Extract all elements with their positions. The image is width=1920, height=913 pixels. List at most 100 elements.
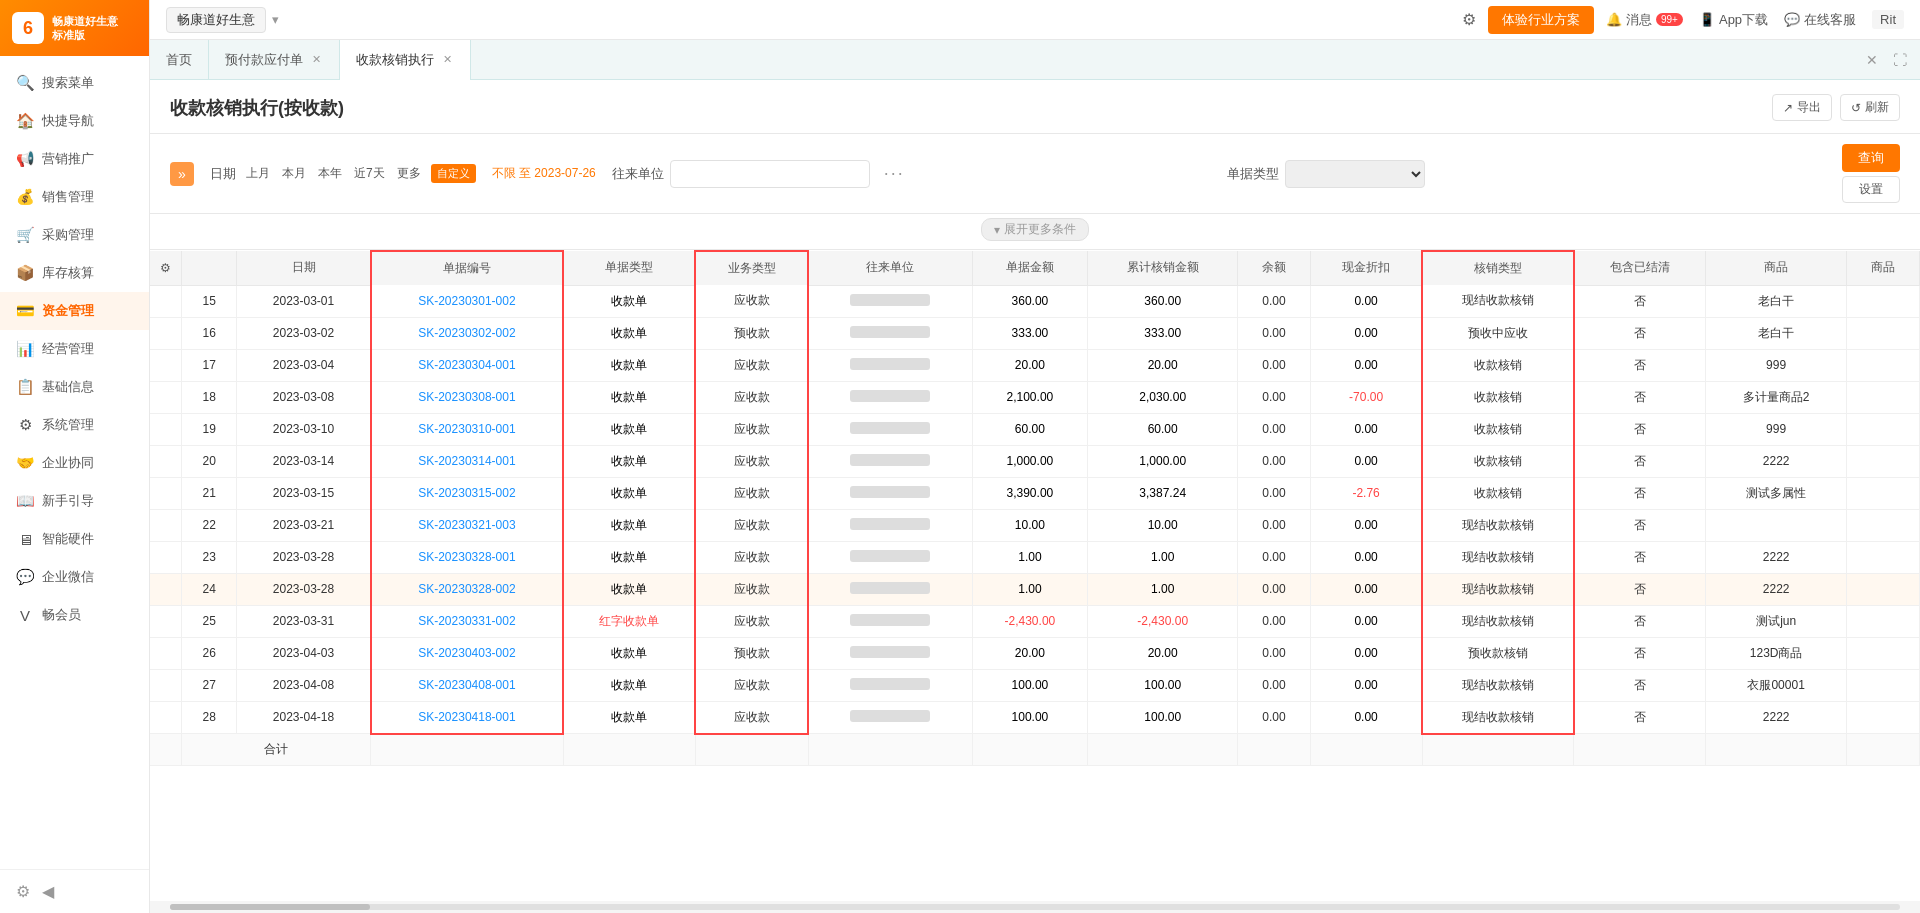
date-custom-btn[interactable]: 自定义 [431,164,476,183]
page-actions: ↗ 导出 ↺ 刷新 [1772,94,1900,121]
cell-cancel-type: 现结收款核销 [1422,701,1574,734]
cell-doc-type: 收款单 [563,381,695,413]
cell-accum-amount: 20.00 [1088,637,1238,669]
col-include-cleared: 包含已结清 [1574,251,1705,285]
tab-prepay-close[interactable]: ✕ [309,53,323,67]
query-button[interactable]: 查询 [1842,144,1900,172]
cell-cancel-type: 收款核销 [1422,349,1574,381]
cell-unit [808,605,972,637]
sidebar-item-inventory[interactable]: 📦 库存核算 [0,254,149,292]
cell-biz-type: 预收款 [695,637,808,669]
filter-toggle-button[interactable]: » [170,162,194,186]
sidebar-item-finance[interactable]: 💳 资金管理 [0,292,149,330]
date-7days[interactable]: 近7天 [350,163,389,184]
cell-balance: 0.00 [1238,413,1311,445]
sidebar-item-purchase[interactable]: 🛒 采购管理 [0,216,149,254]
doc-no-link[interactable]: SK-20230408-001 [418,678,515,692]
refresh-button[interactable]: ↺ 刷新 [1840,94,1900,121]
expand-conditions-button[interactable]: ▾ 展开更多条件 [981,218,1089,241]
tab-prepay[interactable]: 预付款应付单 ✕ [209,40,340,80]
doc-no-link[interactable]: SK-20230308-001 [418,390,515,404]
doc-no-link[interactable]: SK-20230403-002 [418,646,515,660]
cell-goods2 [1847,541,1920,573]
settings-button[interactable]: 设置 [1842,176,1900,203]
cell-date: 2023-03-04 [237,349,371,381]
cell-cash-discount: 0.00 [1310,413,1422,445]
col-settings[interactable]: ⚙ [150,251,182,285]
sidebar-item-vip[interactable]: V 畅会员 [0,596,149,634]
col-goods2: 商品 [1847,251,1920,285]
cell-cash-discount: 0.00 [1310,573,1422,605]
col-no [182,251,237,285]
type-select[interactable] [1285,160,1425,188]
cell-cancel-type: 预收中应收 [1422,317,1574,349]
user-name[interactable]: Rit [1872,10,1904,29]
col-balance: 余额 [1238,251,1311,285]
sidebar-item-sales[interactable]: 💰 销售管理 [0,178,149,216]
tab-expand-icon[interactable]: ⛶ [1888,48,1912,72]
col-doc-no: 单据编号 [371,251,564,285]
cell-include-cleared: 否 [1574,381,1705,413]
sidebar-item-corp[interactable]: 🤝 企业协同 [0,444,149,482]
export-button[interactable]: ↗ 导出 [1772,94,1832,121]
sidebar-item-quicknav[interactable]: 🏠 快捷导航 [0,102,149,140]
scrollbar-thumb[interactable] [170,904,370,910]
date-more[interactable]: 更多 [393,163,425,184]
online-service-button[interactable]: 💬 在线客服 [1784,11,1856,29]
workspace-selector[interactable]: 畅康道好生意 ▾ [166,7,1450,33]
tab-collection-close[interactable]: ✕ [440,53,454,67]
notification-button[interactable]: 🔔 消息 99+ [1606,11,1683,29]
type-filter-group: 单据类型 [1227,160,1826,188]
doc-no-link[interactable]: SK-20230302-002 [418,326,515,340]
doc-no-link[interactable]: SK-20230304-001 [418,358,515,372]
doc-no-link[interactable]: SK-20230315-002 [418,486,515,500]
total-balance [1238,734,1311,766]
cell-biz-type: 应收款 [695,605,808,637]
cell-balance: 0.00 [1238,477,1311,509]
unit-filter-label: 往来单位 [612,165,664,183]
cell-unit [808,637,972,669]
sidebar-item-label: 经营管理 [42,340,94,358]
bell-icon: 🔔 [1606,12,1622,27]
date-last-month[interactable]: 上月 [242,163,274,184]
sidebar-item-basic[interactable]: 📋 基础信息 [0,368,149,406]
cell-cash-discount: 0.00 [1310,541,1422,573]
doc-no-link[interactable]: SK-20230310-001 [418,422,515,436]
doc-no-link[interactable]: SK-20230321-003 [418,518,515,532]
sidebar-item-wechat[interactable]: 💬 企业微信 [0,558,149,596]
tab-collection[interactable]: 收款核销执行 ✕ [340,40,471,80]
refresh-icon: ↺ [1851,101,1861,115]
cell-no: 17 [182,349,237,381]
sidebar-item-system[interactable]: ⚙ 系统管理 [0,406,149,444]
topbar-gear-icon[interactable]: ⚙ [1462,10,1476,29]
doc-no-link[interactable]: SK-20230328-002 [418,582,515,596]
sidebar-item-label: 销售管理 [42,188,94,206]
sidebar-item-guide[interactable]: 📖 新手引导 [0,482,149,520]
collapse-icon[interactable]: ◀ [42,882,54,901]
solution-button[interactable]: 体验行业方案 [1488,6,1594,34]
sidebar-item-search[interactable]: 🔍 搜索菜单 [0,64,149,102]
tab-home[interactable]: 首页 [150,40,209,80]
doc-no-link[interactable]: SK-20230301-002 [418,294,515,308]
date-this-month[interactable]: 本月 [278,163,310,184]
doc-no-link[interactable]: SK-20230418-001 [418,710,515,724]
doc-no-link[interactable]: SK-20230328-001 [418,550,515,564]
sidebar-item-marketing[interactable]: 📢 营销推广 [0,140,149,178]
cell-date: 2023-04-18 [237,701,371,734]
doc-no-link[interactable]: SK-20230314-001 [418,454,515,468]
doc-no-link[interactable]: SK-20230331-002 [418,614,515,628]
sidebar-item-label: 营销推广 [42,150,94,168]
unit-input[interactable] [670,160,870,188]
sidebar-item-hardware[interactable]: 🖥 智能硬件 [0,520,149,558]
cell-no: 19 [182,413,237,445]
cell-accum-amount: 1,000.00 [1088,445,1238,477]
sidebar-item-operation[interactable]: 📊 经营管理 [0,330,149,368]
settings-icon[interactable]: ⚙ [16,882,30,901]
app-download-button[interactable]: 📱 App下载 [1699,11,1768,29]
cell-cancel-type: 现结收款核销 [1422,285,1574,317]
cell-goods: 老白干 [1705,285,1846,317]
sidebar-item-label: 智能硬件 [42,530,94,548]
cell-doc-type: 收款单 [563,509,695,541]
tab-close-all-icon[interactable]: ✕ [1860,48,1884,72]
date-this-year[interactable]: 本年 [314,163,346,184]
